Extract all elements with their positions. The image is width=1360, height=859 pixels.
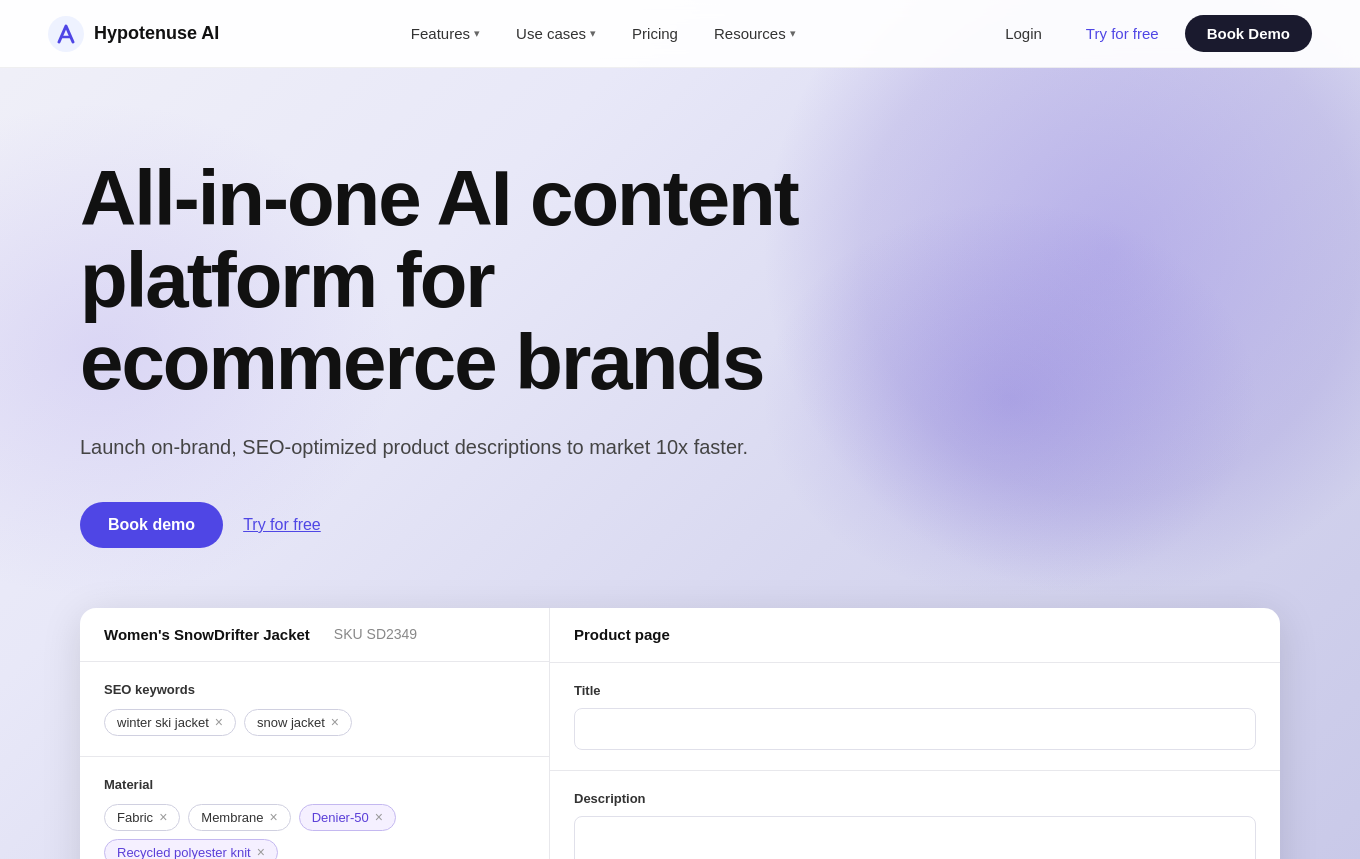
- remove-tag-icon[interactable]: ×: [257, 845, 265, 859]
- product-sku: SKU SD2349: [334, 626, 417, 642]
- material-section: Material Fabric × Membrane × Denier-50 ×: [80, 757, 549, 859]
- remove-tag-icon[interactable]: ×: [269, 810, 277, 824]
- product-header: Women's SnowDrifter Jacket SKU SD2349: [80, 608, 549, 662]
- chevron-down-icon: ▾: [790, 27, 796, 40]
- remove-tag-icon[interactable]: ×: [375, 810, 383, 824]
- try-free-hero-button[interactable]: Try for free: [243, 516, 321, 534]
- product-name: Women's SnowDrifter Jacket: [104, 626, 310, 643]
- tag-membrane: Membrane ×: [188, 804, 290, 831]
- product-ui-card: Women's SnowDrifter Jacket SKU SD2349 SE…: [80, 608, 1280, 859]
- seo-keywords-label: SEO keywords: [104, 682, 525, 697]
- right-panel: Product page Title Description: [550, 608, 1280, 859]
- material-tags: Fabric × Membrane × Denier-50 × Recycl: [104, 804, 525, 859]
- product-ui-wrapper: Women's SnowDrifter Jacket SKU SD2349 SE…: [80, 608, 1280, 859]
- remove-tag-icon[interactable]: ×: [331, 715, 339, 729]
- title-label: Title: [574, 683, 1256, 698]
- hero-subheading: Launch on-brand, SEO-optimized product d…: [80, 432, 820, 462]
- tag-winter-ski-jacket: winter ski jacket ×: [104, 709, 236, 736]
- hero-heading: All-in-one AI content platform for ecomm…: [80, 158, 820, 404]
- tag-denier-50: Denier-50 ×: [299, 804, 396, 831]
- login-button[interactable]: Login: [987, 17, 1060, 50]
- chevron-down-icon: ▾: [590, 27, 596, 40]
- nav-pricing[interactable]: Pricing: [618, 17, 692, 50]
- hero-content: All-in-one AI content platform for ecomm…: [0, 68, 900, 548]
- right-panel-header: Product page: [550, 608, 1280, 663]
- try-free-button[interactable]: Try for free: [1068, 17, 1177, 50]
- chevron-down-icon: ▾: [474, 27, 480, 40]
- navbar: Hypotenuse AI Features ▾ Use cases ▾ Pri…: [0, 0, 1360, 68]
- product-page-label: Product page: [574, 626, 670, 643]
- nav-links: Features ▾ Use cases ▾ Pricing Resources…: [397, 17, 810, 50]
- description-label: Description: [574, 791, 1256, 806]
- title-field-section: Title: [550, 663, 1280, 771]
- svg-point-0: [48, 16, 84, 52]
- nav-use-cases[interactable]: Use cases ▾: [502, 17, 610, 50]
- book-demo-nav-button[interactable]: Book Demo: [1185, 15, 1312, 52]
- material-label: Material: [104, 777, 525, 792]
- logo-text: Hypotenuse AI: [94, 23, 219, 44]
- logo-icon: [48, 16, 84, 52]
- description-field-section: Description: [550, 771, 1280, 859]
- seo-keywords-section: SEO keywords winter ski jacket × snow ja…: [80, 662, 549, 757]
- remove-tag-icon[interactable]: ×: [215, 715, 223, 729]
- nav-features[interactable]: Features ▾: [397, 17, 494, 50]
- logo-link[interactable]: Hypotenuse AI: [48, 16, 219, 52]
- remove-tag-icon[interactable]: ×: [159, 810, 167, 824]
- tag-snow-jacket: snow jacket ×: [244, 709, 352, 736]
- keywords-tags: winter ski jacket × snow jacket ×: [104, 709, 525, 736]
- description-input[interactable]: [574, 816, 1256, 859]
- book-demo-hero-button[interactable]: Book demo: [80, 502, 223, 548]
- hero-cta: Book demo Try for free: [80, 502, 820, 548]
- tag-fabric: Fabric ×: [104, 804, 180, 831]
- hero-section: All-in-one AI content platform for ecomm…: [0, 0, 1360, 859]
- nav-resources[interactable]: Resources ▾: [700, 17, 810, 50]
- left-panel: Women's SnowDrifter Jacket SKU SD2349 SE…: [80, 608, 550, 859]
- nav-actions: Login Try for free Book Demo: [987, 15, 1312, 52]
- tag-recycled-polyester: Recycled polyester knit ×: [104, 839, 278, 859]
- title-input[interactable]: [574, 708, 1256, 750]
